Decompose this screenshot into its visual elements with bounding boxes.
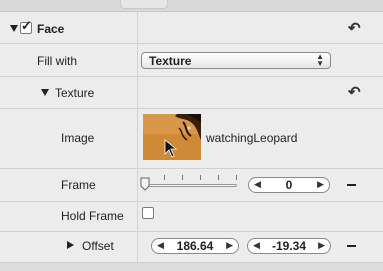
texture-disclosure-triangle-icon[interactable] <box>41 89 49 96</box>
slider-tick <box>236 175 237 180</box>
image-name: watchingLeopard <box>206 131 298 145</box>
frame-minus-icon[interactable] <box>347 184 356 186</box>
slider-tick <box>182 175 183 180</box>
slider-tick <box>164 175 165 180</box>
slider-knob[interactable] <box>140 177 150 191</box>
frame-label: Frame <box>61 178 96 192</box>
increment-arrow-icon[interactable]: ▶ <box>226 240 233 251</box>
image-row: Image watchingLeopard <box>0 109 383 169</box>
offset-row: Offset ◀ 186.64 ▶ ◀ -19.34 ▶ <box>0 232 383 262</box>
leopard-thumbnail <box>143 114 201 160</box>
hold-frame-row: Hold Frame <box>0 202 383 232</box>
texture-reset-arrow-icon[interactable]: ↶ <box>348 85 361 100</box>
texture-image-well[interactable] <box>143 114 201 160</box>
slider-tick <box>218 175 219 180</box>
checkmark-icon: ✓ <box>21 18 32 33</box>
slider-tick <box>200 175 201 180</box>
frame-stepper[interactable]: ◀ 0 ▶ <box>248 177 330 193</box>
hold-frame-label: Hold Frame <box>61 209 124 223</box>
increment-arrow-icon[interactable]: ▶ <box>317 179 324 190</box>
fill-with-row: Fill with Texture ▲ ▼ <box>0 44 383 77</box>
partial-control <box>120 0 168 9</box>
offset-y-stepper[interactable]: ◀ -19.34 ▶ <box>247 238 331 254</box>
offset-x-stepper[interactable]: ◀ 186.64 ▶ <box>151 238 239 254</box>
offset-minus-icon[interactable] <box>347 245 356 247</box>
hold-frame-checkbox[interactable] <box>142 207 154 219</box>
fill-with-select[interactable]: Texture ▲ ▼ <box>141 52 331 69</box>
fill-with-value: Texture <box>149 54 192 68</box>
face-checkbox[interactable]: ✓ <box>20 18 32 34</box>
fill-with-label: Fill with <box>37 54 78 68</box>
face-reset-arrow-icon[interactable]: ↶ <box>348 21 361 36</box>
slider-track <box>145 184 237 187</box>
increment-arrow-icon[interactable]: ▶ <box>318 240 325 251</box>
offset-disclosure-triangle-icon[interactable] <box>67 241 74 249</box>
chevron-up-down-icon: ▲ ▼ <box>316 52 324 68</box>
image-label: Image <box>61 131 95 145</box>
inspector-panel: ✓ Face ↶ Fill with Texture ▲ ▼ Texture ↶ … <box>0 0 383 271</box>
texture-label: Texture <box>55 86 95 100</box>
face-label: Face <box>37 22 65 36</box>
offset-label: Offset <box>82 239 114 253</box>
texture-row: Texture ↶ <box>0 77 383 109</box>
frame-row: Frame ◀ 0 ▶ <box>0 169 383 202</box>
face-row: ✓ Face ↶ <box>0 11 383 44</box>
face-disclosure-triangle-icon[interactable] <box>10 25 18 32</box>
